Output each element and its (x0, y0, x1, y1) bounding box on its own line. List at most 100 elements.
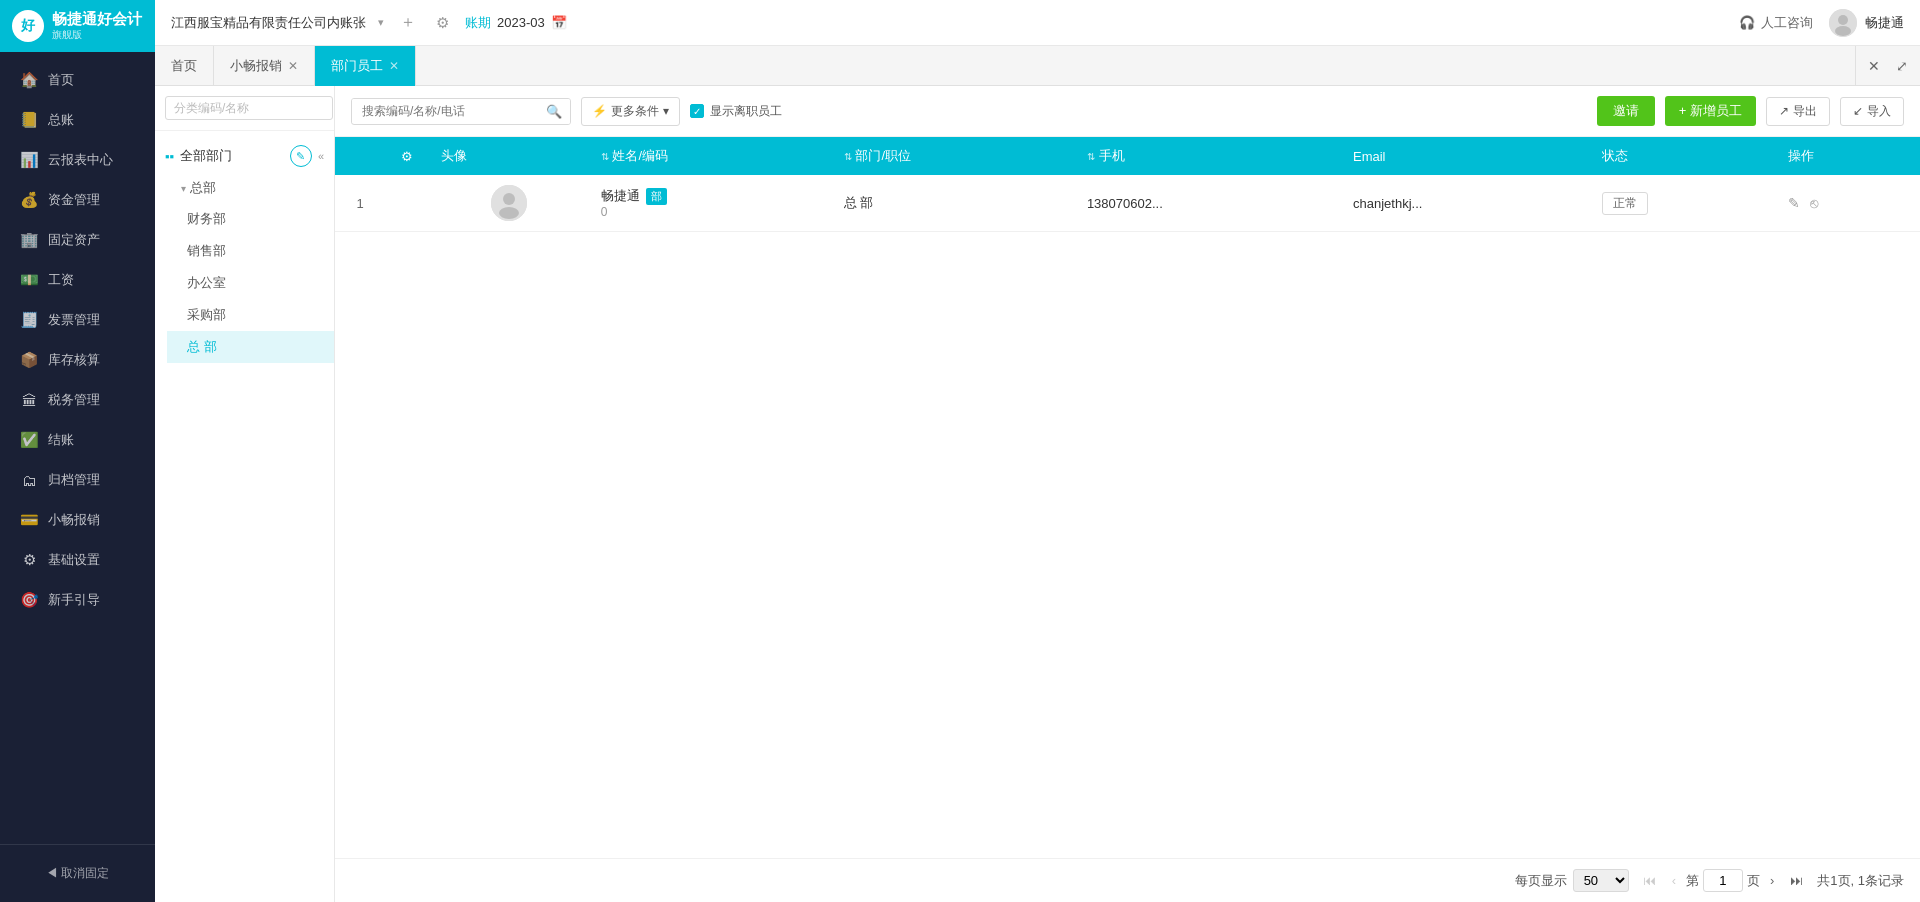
topbar-add-button[interactable]: ＋ (396, 8, 420, 37)
inventory-icon: 📦 (20, 351, 38, 369)
main-area: 江西服宝精品有限责任公司内账张 ▾ ＋ ⚙ 账期 2023-03 📅 🎧 人工咨… (155, 0, 1920, 902)
emp-name: 畅捷通 (601, 187, 640, 205)
edit-icon[interactable]: ✎ (1788, 195, 1800, 211)
show-resigned-checkbox[interactable]: ✓ (690, 104, 704, 118)
sidebar-logo: 好 畅捷通好会计 旗舰版 (0, 0, 155, 52)
sidebar: 好 畅捷通好会计 旗舰版 🏠 首页 📒 总账 📊 云报表中心 💰 资金管理 🏢 … (0, 0, 155, 902)
next-page-button[interactable]: › (1764, 869, 1780, 892)
first-page-button[interactable]: ⏮ (1637, 869, 1662, 892)
col-settings[interactable]: ⚙ (385, 137, 429, 175)
tab-dept-emp[interactable]: 部门员工 ✕ (315, 46, 416, 86)
topbar-right: 🎧 人工咨询 畅捷通 (1739, 9, 1904, 37)
dept-item-purchase[interactable]: 采购部 (167, 299, 334, 331)
support-button[interactable]: 🎧 人工咨询 (1739, 14, 1813, 32)
logout-icon[interactable]: ⎋ (1810, 195, 1818, 211)
invite-button[interactable]: 邀请 (1597, 96, 1655, 126)
dept-item-sales[interactable]: 销售部 (167, 235, 334, 267)
sort-phone-icon: ⇅ (1087, 151, 1095, 162)
col-dept-pos[interactable]: ⇅ 部门/职位 (832, 137, 1075, 175)
sidebar-item-tax[interactable]: 🏛 税务管理 (0, 380, 155, 420)
tab-bar: 首页 小畅报销 ✕ 部门员工 ✕ ✕ ⤢ (155, 46, 1920, 86)
sidebar-item-home[interactable]: 🏠 首页 (0, 60, 155, 100)
sidebar-item-close[interactable]: ✅ 结账 (0, 420, 155, 460)
tab-dept-emp-close-icon[interactable]: ✕ (389, 59, 399, 73)
per-page-selector: 每页显示 50 20 100 (1515, 869, 1629, 892)
emp-search-icon[interactable]: 🔍 (538, 99, 570, 124)
topbar-period: 账期 2023-03 📅 (465, 14, 567, 32)
filter-button[interactable]: ⚡ 更多条件 ▾ (581, 97, 680, 126)
dept-sales-label: 销售部 (187, 243, 226, 258)
dept-general-label: 总 部 (187, 339, 217, 354)
logo-icon: 好 (12, 10, 44, 42)
dept-item-general[interactable]: 总 部 (167, 331, 334, 363)
sidebar-item-invoice[interactable]: 🧾 发票管理 (0, 300, 155, 340)
dept-item-finance[interactable]: 财务部 (167, 203, 334, 235)
cell-action: ✎ ⎋ (1776, 175, 1920, 232)
page-input[interactable] (1703, 869, 1743, 892)
page-label: 第 (1686, 872, 1699, 890)
sidebar-item-archive[interactable]: 🗂 归档管理 (0, 460, 155, 500)
tab-expense[interactable]: 小畅报销 ✕ (214, 46, 315, 86)
page-nav: ⏮ ‹ 第 页 › ⏭ (1637, 869, 1810, 892)
col-phone[interactable]: ⇅ 手机 (1075, 137, 1341, 175)
content-area: 🔍 ▪▪ 全部部门 ✎ « ▾ 总部 财务部 (155, 86, 1920, 902)
sort-name-icon: ⇅ (601, 151, 609, 162)
sidebar-item-label: 税务管理 (48, 391, 100, 409)
sidebar-item-settings[interactable]: ⚙ 基础设置 (0, 540, 155, 580)
guide-icon: 🎯 (20, 591, 38, 609)
cell-status: 正常 (1590, 175, 1776, 232)
emp-table-wrap: ⚙ 头像 ⇅ 姓名/编码 ⇅ 部门/职位 (335, 137, 1920, 858)
user-menu[interactable]: 畅捷通 (1829, 9, 1904, 37)
settings-icon: ⚙ (20, 551, 38, 569)
import-button[interactable]: ↙ 导入 (1840, 97, 1904, 126)
sidebar-item-ledger[interactable]: 📒 总账 (0, 100, 155, 140)
sidebar-item-guide[interactable]: 🎯 新手引导 (0, 580, 155, 620)
col-name-code[interactable]: ⇅ 姓名/编码 (589, 137, 832, 175)
dept-parent-zongbu[interactable]: ▾ 总部 (167, 173, 334, 203)
all-dept-label: 全部部门 (180, 147, 232, 165)
filter-icon: ⚡ (592, 104, 607, 118)
sidebar-item-reports[interactable]: 📊 云报表中心 (0, 140, 155, 180)
sidebar-item-expense[interactable]: 💳 小畅报销 (0, 500, 155, 540)
page-suffix: 页 (1747, 872, 1760, 890)
topbar-gear-icon[interactable]: ⚙ (432, 10, 453, 36)
tab-close-btn[interactable]: ✕ (1864, 54, 1884, 78)
sidebar-item-label: 库存核算 (48, 351, 100, 369)
tab-expense-close-icon[interactable]: ✕ (288, 59, 298, 73)
expand-arrow-icon: ▾ (181, 183, 186, 194)
sidebar-item-label: 发票管理 (48, 311, 100, 329)
sidebar-item-assets[interactable]: 🏢 固定资产 (0, 220, 155, 260)
dept-search-box: 🔍 (155, 86, 334, 131)
sidebar-item-label: 云报表中心 (48, 151, 113, 169)
cell-index: 1 (335, 175, 385, 232)
sort-dept-icon: ⇅ (844, 151, 852, 162)
cell-dept-pos: 总 部 (832, 175, 1075, 232)
cancel-fixed-label: ◀ 取消固定 (46, 865, 109, 882)
add-employee-button[interactable]: + 新增员工 (1665, 96, 1756, 126)
per-page-select[interactable]: 50 20 100 (1573, 869, 1629, 892)
company-dropdown-icon[interactable]: ▾ (378, 16, 384, 29)
show-resigned-checkbox-group[interactable]: ✓ 显示离职员工 (690, 103, 782, 120)
filter-dropdown-icon: ▾ (663, 104, 669, 118)
prev-page-button[interactable]: ‹ (1666, 869, 1682, 892)
cancel-fixed-button[interactable]: ◀ 取消固定 (0, 857, 155, 890)
username: 畅捷通 (1865, 14, 1904, 32)
sidebar-item-inventory[interactable]: 📦 库存核算 (0, 340, 155, 380)
sidebar-item-salary[interactable]: 💵 工资 (0, 260, 155, 300)
dept-item-office[interactable]: 办公室 (167, 267, 334, 299)
sidebar-item-funds[interactable]: 💰 资金管理 (0, 180, 155, 220)
logo-text-block: 畅捷通好会计 旗舰版 (52, 10, 142, 42)
tab-expand-btn[interactable]: ⤢ (1892, 54, 1912, 78)
filter-label: 更多条件 (611, 103, 659, 120)
last-page-button[interactable]: ⏭ (1784, 869, 1809, 892)
all-dept-header[interactable]: ▪▪ 全部部门 ✎ « (155, 139, 334, 173)
emp-search-input[interactable] (352, 99, 538, 123)
export-button[interactable]: ↗ 导出 (1766, 97, 1830, 126)
dept-collapse-icon[interactable]: « (318, 150, 324, 162)
emp-toolbar: 🔍 ⚡ 更多条件 ▾ ✓ 显示离职员工 邀请 + 新增员工 ↗ 导出 (335, 86, 1920, 137)
calendar-icon[interactable]: 📅 (551, 15, 567, 30)
tab-home[interactable]: 首页 (155, 46, 214, 86)
col-index (335, 137, 385, 175)
dept-edit-icon[interactable]: ✎ (290, 145, 312, 167)
dept-search-input[interactable] (165, 96, 333, 120)
